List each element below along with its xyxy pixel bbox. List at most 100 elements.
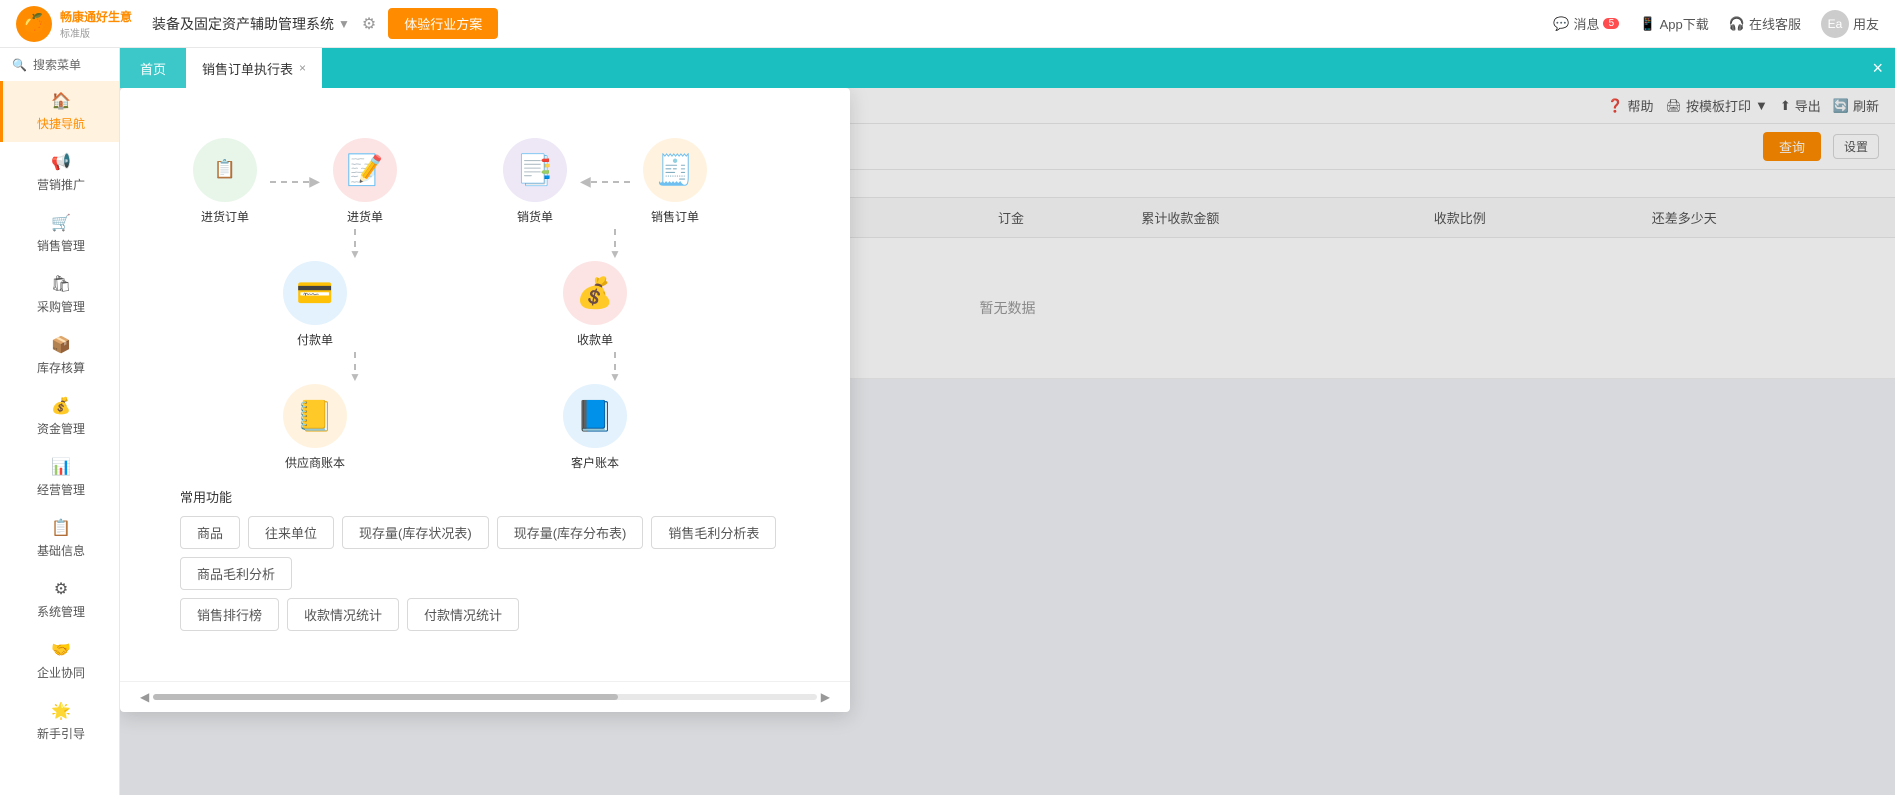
sidebar-item-operation[interactable]: 📊 经营管理 [0, 447, 119, 508]
circle-sales-order: 🧾 [643, 138, 707, 202]
sidebar-item-label: 采购管理 [37, 298, 85, 315]
tab-home[interactable]: 首页 [120, 48, 186, 88]
message-button[interactable]: 💬 消息 5 [1553, 14, 1619, 33]
label-purchase-bill: 进货单 [347, 208, 383, 225]
sidebar-item-label: 基础信息 [37, 542, 85, 559]
tab-bar-end: × [1872, 58, 1895, 79]
svg-text:📋: 📋 [214, 158, 236, 179]
tab-close-icon[interactable]: × [299, 61, 306, 75]
node-customer-ledger: 📘 客户账本 [550, 384, 640, 471]
label-supplier-ledger: 供应商账本 [285, 454, 345, 471]
logo-area: 🍊 畅康通好生意 标准版 [16, 6, 136, 42]
label-sales-order: 销售订单 [651, 208, 699, 225]
user-menu[interactable]: Ea 用友 [1821, 10, 1879, 38]
v-line3 [354, 352, 356, 370]
node-receipt: 💰 收款单 [550, 261, 640, 348]
func-btn-1[interactable]: 往来单位 [248, 516, 334, 549]
svg-text:📒: 📒 [296, 399, 333, 433]
flow-diagram: 📋 进货订单 ▶ [160, 118, 810, 651]
func-btn-2[interactable]: 现存量(库存状况表) [342, 516, 489, 549]
app-download-button[interactable]: 📱 App下载 [1639, 14, 1708, 33]
label-receipt: 收款单 [577, 331, 613, 348]
sidebar-item-sales[interactable]: 🛒 销售管理 [0, 203, 119, 264]
search-icon: 🔍 [12, 58, 27, 72]
sidebar-item-system[interactable]: ⚙ 系统管理 [0, 569, 119, 630]
node-sales-order: 🧾 销售订单 [630, 138, 720, 225]
online-service-button[interactable]: 🎧 在线客服 [1729, 14, 1801, 33]
tab-home-label: 首页 [140, 59, 166, 78]
message-badge: 5 [1603, 18, 1619, 29]
sidebar-item-label: 快捷导航 [37, 115, 85, 132]
func-btn-row2-0[interactable]: 销售排行榜 [180, 598, 279, 631]
sidebar-item-quick-nav[interactable]: 🏠 快捷导航 [0, 81, 119, 142]
node-payment: 💳 付款单 [270, 261, 360, 348]
node-purchase-order: 📋 进货订单 [180, 138, 270, 225]
sidebar-item-label: 系统管理 [37, 603, 85, 620]
arrow-h2: ◀ [580, 173, 630, 190]
tab-label: 销售订单执行表 [202, 59, 293, 78]
v-arrowhead2: ▼ [609, 247, 621, 261]
guide-icon: 🌟 [51, 701, 71, 721]
sidebar-item-basic-info[interactable]: 📋 基础信息 [0, 508, 119, 569]
sidebar-item-guide[interactable]: 🌟 新手引导 [0, 691, 119, 752]
close-all-tabs-icon[interactable]: × [1872, 58, 1883, 78]
sidebar-item-label: 新手引导 [37, 725, 85, 742]
online-service-label: 在线客服 [1749, 14, 1801, 33]
scroll-left-icon[interactable]: ◀ [140, 690, 149, 704]
func-btn-3[interactable]: 现存量(库存分布表) [497, 516, 644, 549]
circle-purchase-bill: 📝 [333, 138, 397, 202]
node-supplier-ledger: 📒 供应商账本 [270, 384, 360, 471]
scroll-right-icon[interactable]: ▶ [821, 690, 830, 704]
flow-modal: 📋 进货订单 ▶ [120, 88, 850, 712]
scroll-thumb [153, 694, 617, 700]
avatar: Ea [1821, 10, 1849, 38]
search-menu-label: 搜索菜单 [33, 56, 81, 73]
content-main: ❓ 帮助 🖨 按模板打印 ▼ ⬆ 导出 🔄 刷新 [120, 88, 1895, 795]
label-customer-ledger: 客户账本 [571, 454, 619, 471]
func-btn-row2-2[interactable]: 付款情况统计 [407, 598, 519, 631]
func-btn-5[interactable]: 商品毛利分析 [180, 557, 292, 590]
logo-icon: 🍊 [16, 6, 52, 42]
sidebar-item-purchase[interactable]: 🛍 采购管理 [0, 264, 119, 325]
common-functions: 常用功能 商品往来单位现存量(库存状况表)现存量(库存分布表)销售毛利分析表商品… [180, 487, 790, 631]
func-btn-0[interactable]: 商品 [180, 516, 240, 549]
logo-text: 畅康通好生意 标准版 [60, 8, 132, 40]
tab-sales-order[interactable]: 销售订单执行表 × [186, 48, 322, 88]
arrow-row4: ▼ ▼ [180, 352, 790, 384]
v-line2 [614, 229, 616, 247]
modal-body: 📋 进货订单 ▶ [120, 88, 850, 681]
dropdown-arrow-icon[interactable]: ▼ [338, 17, 350, 31]
row3: 💳 付款单 💰 [180, 261, 790, 348]
service-icon: 🎧 [1729, 16, 1745, 32]
label-payment: 付款单 [297, 331, 333, 348]
message-label: 消息 [1573, 14, 1599, 33]
func-btn-row2-1[interactable]: 收款情况统计 [287, 598, 399, 631]
search-menu-item[interactable]: 🔍 搜索菜单 [0, 48, 119, 81]
func-btn-4[interactable]: 销售毛利分析表 [651, 516, 776, 549]
circle-supplier-ledger: 📒 [283, 384, 347, 448]
trial-button[interactable]: 体验行业方案 [388, 8, 498, 39]
modal-overlay: 📋 进货订单 ▶ [120, 88, 1895, 795]
sidebar-item-finance[interactable]: 💰 资金管理 [0, 386, 119, 447]
phone-icon: 📱 [1639, 16, 1655, 32]
v-arrow-payment: ▼ [310, 352, 400, 384]
circle-sales-bill: 📑 [503, 138, 567, 202]
row5: 📒 供应商账本 📘 [180, 384, 790, 471]
gear-button[interactable]: ⚙ [362, 14, 376, 34]
sidebar-item-enterprise[interactable]: 🤝 企业协同 [0, 630, 119, 691]
node-sales-bill: 📑 销货单 [490, 138, 580, 225]
system-icon: ⚙ [54, 579, 68, 599]
scroll-track[interactable] [153, 694, 817, 700]
v-arrowhead3: ▼ [349, 370, 361, 384]
arrow-h1: ▶ [270, 173, 320, 190]
sidebar-item-marketing[interactable]: 📢 营销推广 [0, 142, 119, 203]
common-functions-title: 常用功能 [180, 487, 790, 506]
sidebar-item-label: 库存核算 [37, 359, 85, 376]
sidebar-item-label: 销售管理 [37, 237, 85, 254]
user-label: 用友 [1853, 14, 1879, 33]
svg-text:💰: 💰 [576, 275, 613, 311]
v-arrow-purchase: ▼ [310, 229, 400, 261]
sidebar-item-inventory[interactable]: 📦 库存核算 [0, 325, 119, 386]
circle-customer-ledger: 📘 [563, 384, 627, 448]
circle-purchase-order: 📋 [193, 138, 257, 202]
